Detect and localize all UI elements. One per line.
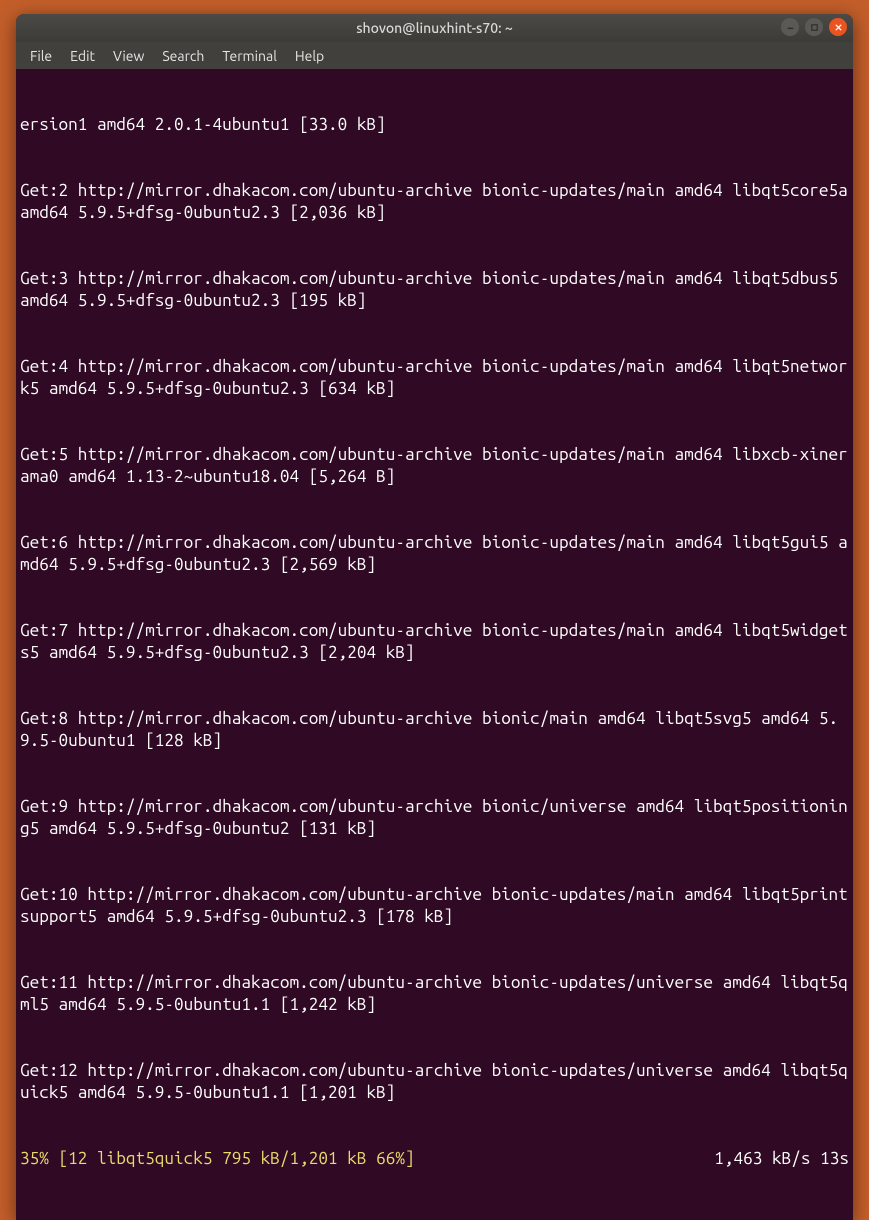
terminal-line: Get:4 http://mirror.dhakacom.com/ubuntu-… [20,356,849,400]
terminal-line: Get:11 http://mirror.dhakacom.com/ubuntu… [20,972,849,1016]
titlebar: shovon@linuxhint-s70: ~ [16,14,853,42]
menu-terminal[interactable]: Terminal [214,45,285,67]
menu-view[interactable]: View [105,45,152,67]
terminal-line: Get:2 http://mirror.dhakacom.com/ubuntu-… [20,180,849,224]
terminal-line: Get:9 http://mirror.dhakacom.com/ubuntu-… [20,796,849,840]
window-controls [781,18,847,36]
menu-help[interactable]: Help [287,45,332,67]
close-button[interactable] [829,18,847,36]
terminal-line: Get:7 http://mirror.dhakacom.com/ubuntu-… [20,620,849,664]
menu-search[interactable]: Search [154,45,212,67]
maximize-icon [810,23,819,32]
maximize-button[interactable] [805,18,823,36]
menu-file[interactable]: File [22,45,60,67]
minimize-icon [786,23,795,32]
menu-edit[interactable]: Edit [62,45,103,67]
window-title: shovon@linuxhint-s70: ~ [16,20,853,36]
download-speed-eta: 1,463 kB/s 13s [714,1148,849,1170]
terminal-line: Get:3 http://mirror.dhakacom.com/ubuntu-… [20,268,849,312]
terminal-window: shovon@linuxhint-s70: ~ File Edit View S… [16,14,853,1220]
close-icon [834,23,843,32]
terminal-line: Get:6 http://mirror.dhakacom.com/ubuntu-… [20,532,849,576]
terminal-viewport[interactable]: ersion1 amd64 2.0.1-4ubuntu1 [33.0 kB] G… [16,69,853,1220]
minimize-button[interactable] [781,18,799,36]
terminal-line: Get:5 http://mirror.dhakacom.com/ubuntu-… [20,444,849,488]
terminal-line: Get:10 http://mirror.dhakacom.com/ubuntu… [20,884,849,928]
download-progress: 35% [12 libqt5quick5 795 kB/1,201 kB 66%… [20,1149,415,1168]
terminal-line: ersion1 amd64 2.0.1-4ubuntu1 [33.0 kB] [20,114,849,136]
menubar: File Edit View Search Terminal Help [16,42,853,69]
terminal-progress-line: 1,463 kB/s 13s 35% [12 libqt5quick5 795 k… [20,1148,849,1170]
terminal-line: Get:12 http://mirror.dhakacom.com/ubuntu… [20,1060,849,1104]
terminal-line: Get:8 http://mirror.dhakacom.com/ubuntu-… [20,708,849,752]
